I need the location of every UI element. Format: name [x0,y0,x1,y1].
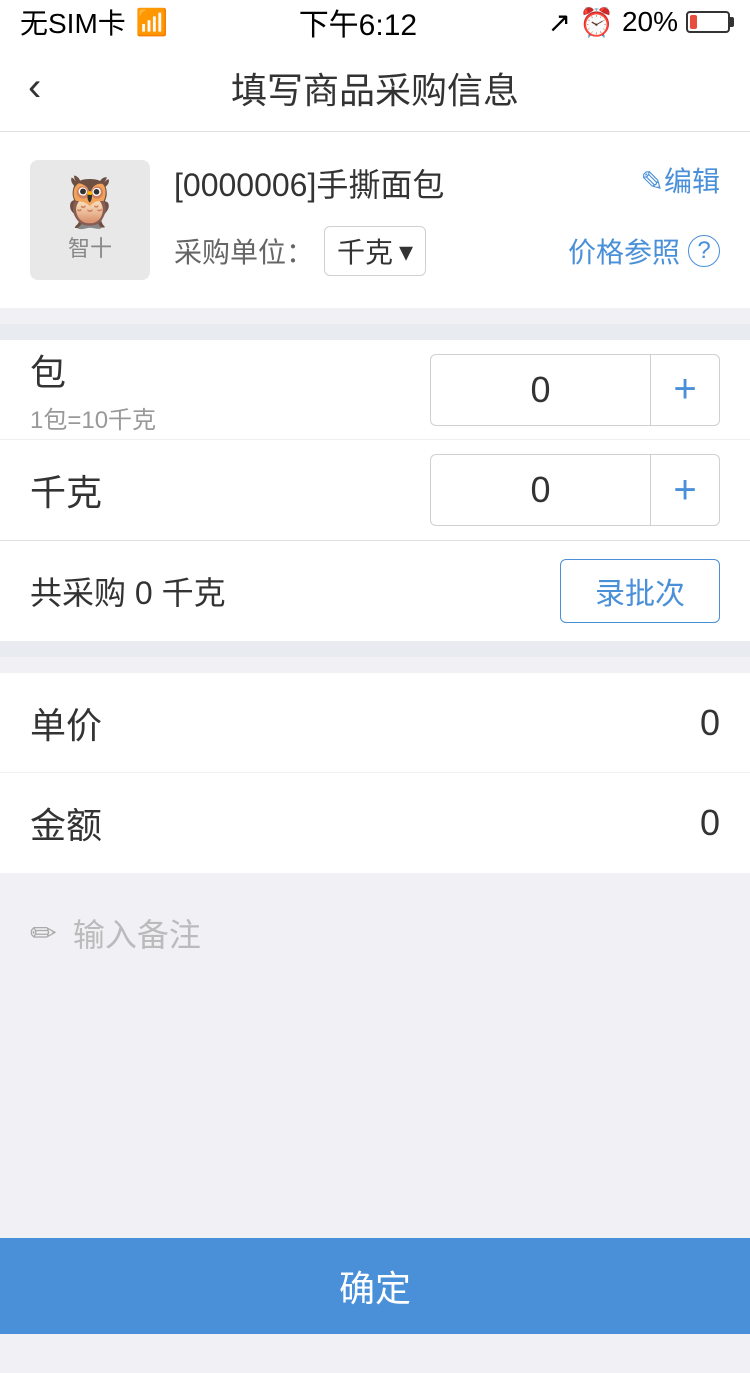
price-section: 单价 0 金额 0 [0,673,750,873]
unit-price-row: 单价 0 [0,673,750,773]
summary-text: 共采购 0 千克 [30,568,226,614]
note-icon: ✏ [30,914,57,952]
section-divider-3 [0,641,750,657]
alarm-icon: ⏰ [579,6,614,39]
confirm-button[interactable]: 确定 [0,1238,750,1334]
bao-label: 包 1包=10千克 [30,344,156,435]
amount-row: 金额 0 [0,773,750,873]
kg-label-main: 千克 [30,464,102,516]
confirm-label: 确定 [339,1260,411,1312]
battery-pct: 20% [622,6,678,38]
amount-label: 金额 [30,797,102,849]
note-input[interactable]: 输入备注 [73,910,201,956]
dropdown-arrow: ▾ [399,235,413,268]
wifi-icon: 📶 [136,7,168,38]
kg-input[interactable]: 0 [430,454,650,526]
price-ref-button[interactable]: 价格参照 ? [568,231,720,271]
price-ref-label: 价格参照 [568,231,680,271]
product-header: [0000006]手撕面包 ✎编辑 [174,160,720,206]
gps-icon: ↗ [548,6,571,39]
section-divider-1 [0,324,750,340]
back-button[interactable]: ‹ [28,65,41,110]
bao-controls: 0 + [430,354,720,426]
page-title: 填写商品采购信息 [231,62,519,114]
product-thumbnail: 🦉 智十 [30,160,150,280]
kg-controls: 0 + [430,454,720,526]
nav-bar: ‹ 填写商品采购信息 [0,44,750,132]
battery-icon [686,11,730,33]
kg-label: 千克 [30,464,102,516]
status-left: 无SIM卡 📶 [20,2,168,42]
product-thumb-text: 智十 [68,231,112,263]
bao-plus-button[interactable]: + [650,354,720,426]
product-card: 🦉 智十 [0000006]手撕面包 ✎编辑 采购单位： 千克 ▾ 价格参照 ? [0,132,750,308]
bao-input-row: 包 1包=10千克 0 + [0,340,750,440]
bao-label-main: 包 [30,344,156,396]
amount-value: 0 [700,802,720,844]
unit-price-label: 单价 [30,697,102,749]
note-section[interactable]: ✏ 输入备注 [0,873,750,993]
unit-price-value: 0 [700,702,720,744]
edit-button[interactable]: ✎编辑 [641,160,720,200]
status-time: 下午6:12 [299,0,417,44]
product-thumb-icon: 🦉 [59,177,121,227]
product-name: [0000006]手撕面包 [174,160,444,206]
batch-button[interactable]: 录批次 [560,559,720,623]
unit-label: 采购单位： 千克 ▾ [174,226,426,276]
carrier-label: 无SIM卡 [20,2,126,42]
product-info: [0000006]手撕面包 ✎编辑 采购单位： 千克 ▾ 价格参照 ? [174,160,720,276]
unit-value: 千克 [337,231,393,271]
price-ref-help-icon: ? [688,235,720,267]
input-section: 包 1包=10千克 0 + 千克 0 + [0,340,750,540]
bao-input[interactable]: 0 [430,354,650,426]
status-right: ↗ ⏰ 20% [548,6,730,39]
unit-dropdown[interactable]: 千克 ▾ [324,226,426,276]
kg-input-row: 千克 0 + [0,440,750,540]
product-meta: 采购单位： 千克 ▾ 价格参照 ? [174,226,720,276]
status-bar: 无SIM卡 📶 下午6:12 ↗ ⏰ 20% [0,0,750,44]
unit-label-text: 采购单位： [174,231,314,271]
summary-row: 共采购 0 千克 录批次 [0,541,750,641]
bao-label-sub: 1包=10千克 [30,400,156,435]
kg-plus-button[interactable]: + [650,454,720,526]
